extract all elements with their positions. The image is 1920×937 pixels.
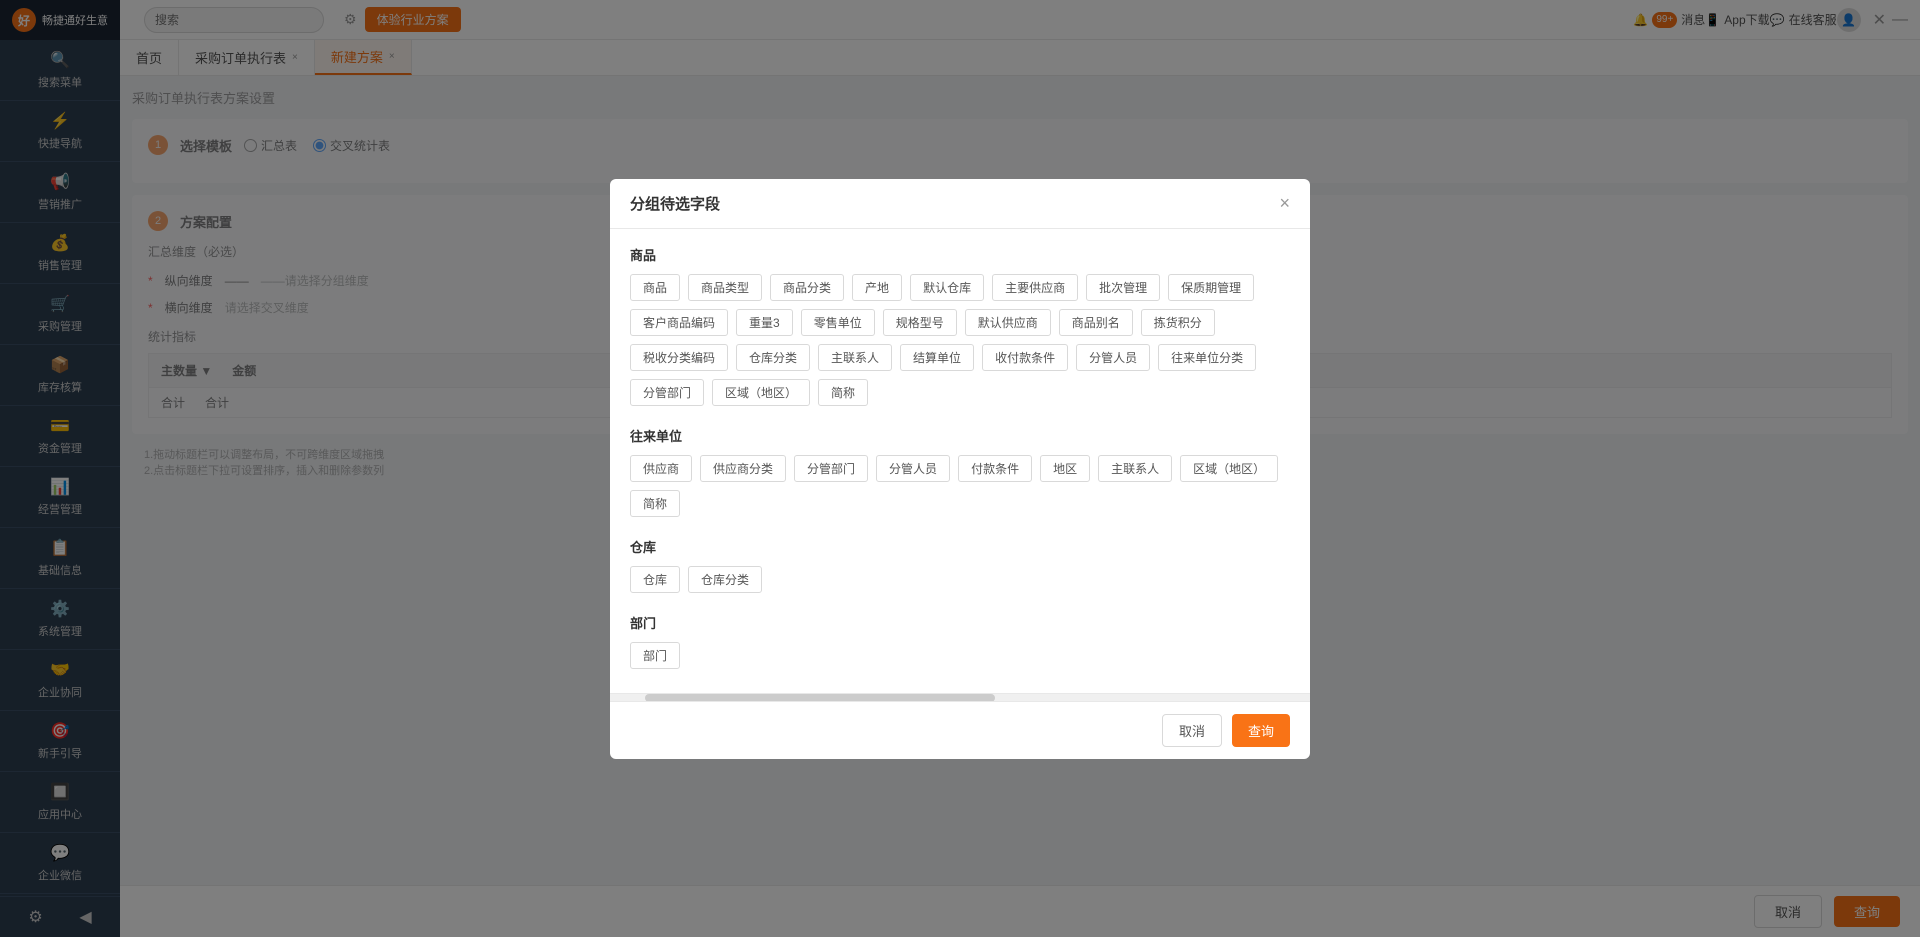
field-chip-1-8[interactable]: 简称 [630, 490, 680, 517]
field-section-0: 商品商品商品类型商品分类产地默认仓库主要供应商批次管理保质期管理客户商品编码重量… [630, 245, 1290, 406]
field-chips-2: 仓库仓库分类 [630, 566, 1290, 593]
modal-close-button[interactable]: × [1279, 194, 1290, 212]
modal-cancel-button[interactable]: 取消 [1162, 714, 1222, 747]
field-chip-0-23[interactable]: 区域（地区） [712, 379, 810, 406]
section-title-2: 仓库 [630, 537, 1290, 556]
field-chips-0: 商品商品类型商品分类产地默认仓库主要供应商批次管理保质期管理客户商品编码重量3 零… [630, 274, 1290, 406]
field-chip-0-21[interactable]: 往来单位分类 [1158, 344, 1256, 371]
modal-horizontal-scrollbar[interactable] [610, 693, 1310, 701]
field-chip-0-10[interactable]: 零售单位 [801, 309, 875, 336]
field-chip-0-24[interactable]: 简称 [818, 379, 868, 406]
field-chip-0-12[interactable]: 默认供应商 [965, 309, 1051, 336]
field-chip-0-0[interactable]: 商品 [630, 274, 680, 301]
field-chip-0-18[interactable]: 结算单位 [900, 344, 974, 371]
field-chip-0-22[interactable]: 分管部门 [630, 379, 704, 406]
modal-footer: 取消 查询 [610, 701, 1310, 759]
field-chip-0-17[interactable]: 主联系人 [818, 344, 892, 371]
section-title-3: 部门 [630, 613, 1290, 632]
field-chip-1-5[interactable]: 地区 [1040, 455, 1090, 482]
field-chip-0-7[interactable]: 保质期管理 [1168, 274, 1254, 301]
modal-confirm-button[interactable]: 查询 [1232, 714, 1290, 747]
modal-dialog: 分组待选字段 × 商品商品商品类型商品分类产地默认仓库主要供应商批次管理保质期管… [610, 179, 1310, 759]
field-chip-1-6[interactable]: 主联系人 [1098, 455, 1172, 482]
modal-overlay: 分组待选字段 × 商品商品商品类型商品分类产地默认仓库主要供应商批次管理保质期管… [0, 0, 1920, 937]
field-chips-1: 供应商供应商分类分管部门分管人员付款条件地区主联系人区域（地区） 简称 [630, 455, 1290, 517]
field-chip-2-1[interactable]: 仓库分类 [688, 566, 762, 593]
field-chip-1-2[interactable]: 分管部门 [794, 455, 868, 482]
field-chip-1-1[interactable]: 供应商分类 [700, 455, 786, 482]
field-chips-3: 部门 [630, 642, 1290, 669]
section-title-0: 商品 [630, 245, 1290, 264]
field-chip-0-5[interactable]: 主要供应商 [992, 274, 1078, 301]
field-chip-1-4[interactable]: 付款条件 [958, 455, 1032, 482]
field-chip-0-14[interactable]: 拣货积分 [1141, 309, 1215, 336]
field-chip-3-0[interactable]: 部门 [630, 642, 680, 669]
field-chip-1-7[interactable]: 区域（地区） [1180, 455, 1278, 482]
field-chip-0-19[interactable]: 收付款条件 [982, 344, 1068, 371]
field-chip-0-1[interactable]: 商品类型 [688, 274, 762, 301]
field-chip-0-20[interactable]: 分管人员 [1076, 344, 1150, 371]
modal-title: 分组待选字段 [630, 193, 720, 214]
section-title-1: 往来单位 [630, 426, 1290, 445]
field-chip-0-2[interactable]: 商品分类 [770, 274, 844, 301]
field-section-2: 仓库仓库仓库分类 [630, 537, 1290, 593]
field-chip-2-0[interactable]: 仓库 [630, 566, 680, 593]
field-chip-0-6[interactable]: 批次管理 [1086, 274, 1160, 301]
field-chip-0-13[interactable]: 商品别名 [1059, 309, 1133, 336]
field-chip-0-11[interactable]: 规格型号 [883, 309, 957, 336]
field-section-1: 往来单位供应商供应商分类分管部门分管人员付款条件地区主联系人区域（地区） 简称 [630, 426, 1290, 517]
modal-body: 商品商品商品类型商品分类产地默认仓库主要供应商批次管理保质期管理客户商品编码重量… [610, 229, 1310, 693]
field-chip-1-0[interactable]: 供应商 [630, 455, 692, 482]
field-chip-0-8[interactable]: 客户商品编码 [630, 309, 728, 336]
field-chip-0-9[interactable]: 重量3 [736, 309, 793, 336]
field-chip-0-16[interactable]: 仓库分类 [736, 344, 810, 371]
modal-header: 分组待选字段 × [610, 179, 1310, 229]
field-chip-0-4[interactable]: 默认仓库 [910, 274, 984, 301]
field-chip-0-3[interactable]: 产地 [852, 274, 902, 301]
field-chip-0-15[interactable]: 税收分类编码 [630, 344, 728, 371]
field-section-3: 部门部门 [630, 613, 1290, 669]
field-chip-1-3[interactable]: 分管人员 [876, 455, 950, 482]
